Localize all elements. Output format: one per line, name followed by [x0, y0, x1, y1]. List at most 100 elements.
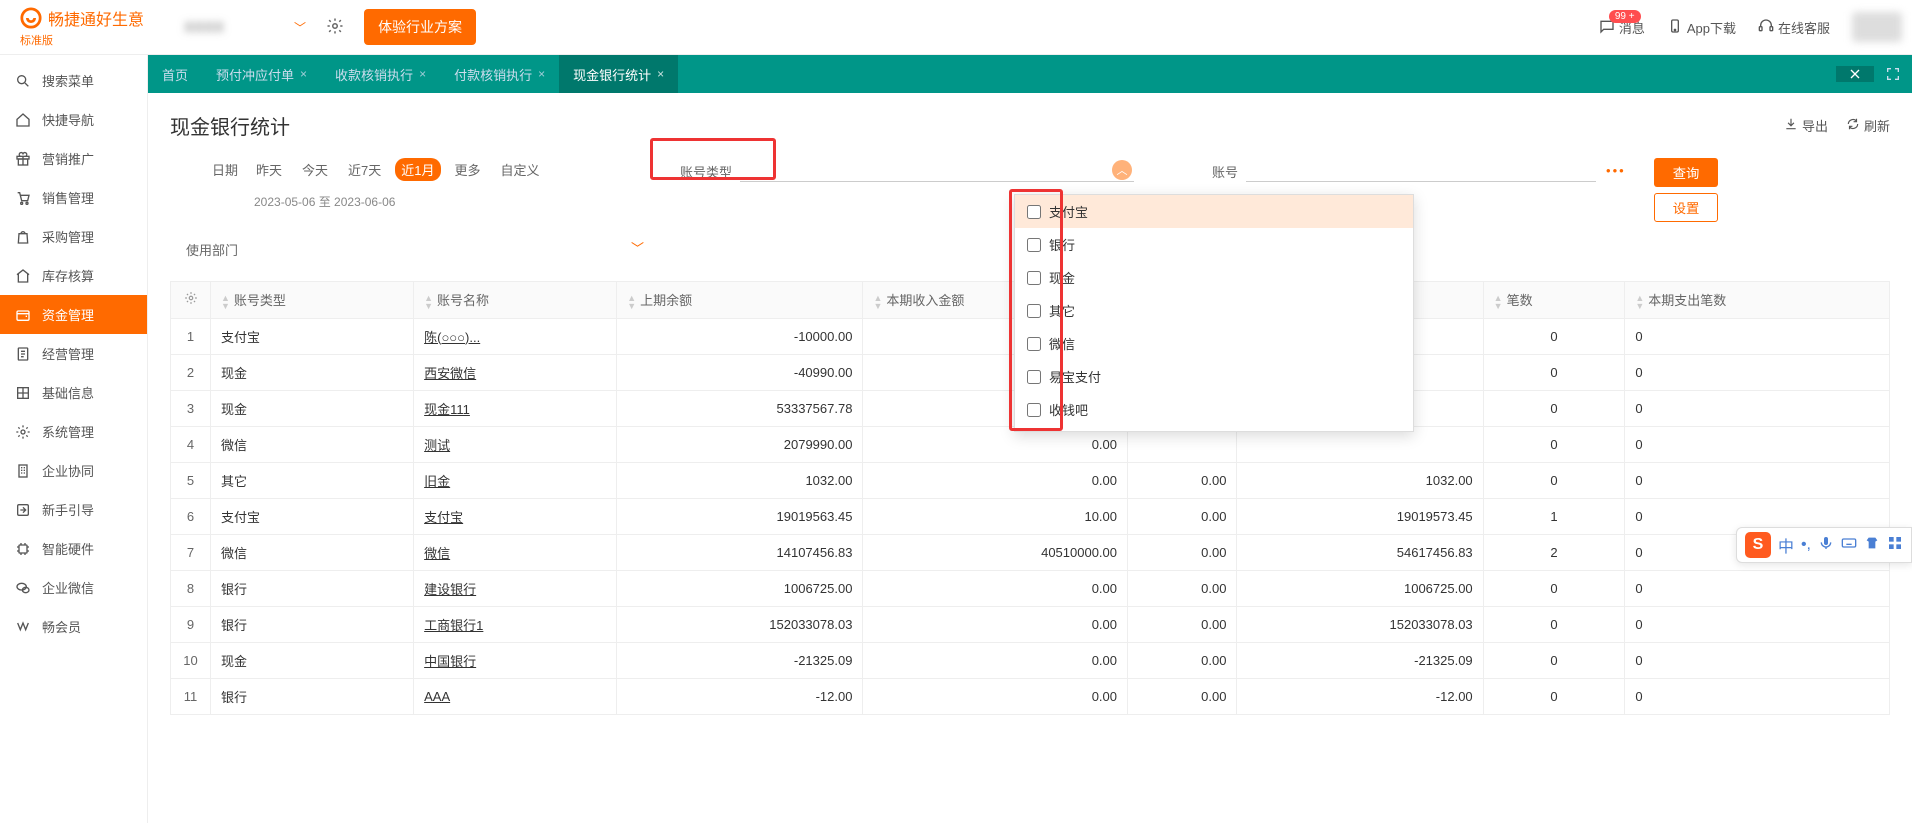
- sort-icon[interactable]: ▲▼: [1635, 294, 1644, 310]
- dropdown-option[interactable]: 收钱吧: [1015, 393, 1413, 426]
- cell-hidden1: 0.00: [1128, 534, 1237, 570]
- filter-settings-button[interactable]: 设置: [1654, 193, 1719, 222]
- date-chip[interactable]: 昨天: [250, 158, 288, 181]
- dropdown-option[interactable]: 微信: [1015, 327, 1413, 360]
- sidebar-item-doc[interactable]: 经营管理: [0, 334, 147, 373]
- sidebar-item-vip[interactable]: 畅会员: [0, 607, 147, 646]
- cell-account-name[interactable]: 建设银行: [414, 570, 617, 606]
- settings-icon[interactable]: [326, 17, 344, 38]
- messages-link[interactable]: 消息 99 +: [1599, 18, 1645, 37]
- ime-skin-icon[interactable]: [1864, 535, 1880, 556]
- online-cs-link[interactable]: 在线客服: [1758, 18, 1830, 37]
- sidebar-item-wallet[interactable]: 资金管理: [0, 295, 147, 334]
- sidebar-item-gear[interactable]: 系统管理: [0, 412, 147, 451]
- app-download-link[interactable]: App下载: [1667, 18, 1736, 37]
- sort-icon[interactable]: ▲▼: [873, 294, 882, 310]
- date-chip[interactable]: 自定义: [495, 158, 546, 181]
- refresh-button[interactable]: 刷新: [1846, 116, 1890, 135]
- ime-lang-label[interactable]: 中: [1778, 533, 1794, 557]
- tab[interactable]: 付款核销执行×: [440, 55, 559, 93]
- dropdown-option[interactable]: 其它: [1015, 294, 1413, 327]
- option-checkbox[interactable]: [1027, 403, 1041, 417]
- table-header-cell[interactable]: ▲▼上期余额: [617, 282, 863, 319]
- sidebar-item-guide[interactable]: 新手引导: [0, 490, 147, 529]
- close-icon[interactable]: ×: [538, 67, 545, 81]
- cell-account-name[interactable]: 陈(○○○)...: [414, 318, 617, 354]
- cell-account-name[interactable]: 旧金: [414, 462, 617, 498]
- tab[interactable]: 现金银行统计×: [559, 55, 678, 93]
- cell-account-name[interactable]: 西安微信: [414, 354, 617, 390]
- dropdown-option[interactable]: 现金: [1015, 261, 1413, 294]
- query-button[interactable]: 查询: [1654, 158, 1719, 187]
- option-label: 易宝支付: [1049, 367, 1101, 386]
- account-type-input[interactable]: [740, 158, 1134, 182]
- dropdown-option[interactable]: 支付宝: [1015, 195, 1413, 228]
- tab[interactable]: 首页: [148, 55, 202, 93]
- option-checkbox[interactable]: [1027, 271, 1041, 285]
- table-settings-icon[interactable]: [184, 293, 198, 308]
- table-header-cell[interactable]: ▲▼本期支出笔数: [1625, 282, 1890, 319]
- option-checkbox[interactable]: [1027, 337, 1041, 351]
- sidebar-item-chip[interactable]: 智能硬件: [0, 529, 147, 568]
- cell-income: 0.00: [863, 570, 1128, 606]
- close-icon[interactable]: ×: [419, 67, 426, 81]
- option-checkbox[interactable]: [1027, 205, 1041, 219]
- sidebar-item-wechat[interactable]: 企业微信: [0, 568, 147, 607]
- tab[interactable]: 预付冲应付单×: [202, 55, 321, 93]
- ime-mic-icon[interactable]: [1818, 535, 1834, 556]
- cell-account-name[interactable]: 现金111: [414, 390, 617, 426]
- sidebar-item-gift[interactable]: 营销推广: [0, 139, 147, 178]
- sidebar-item-grid[interactable]: 基础信息: [0, 373, 147, 412]
- date-chip[interactable]: 今天: [296, 158, 334, 181]
- avatar[interactable]: [1852, 12, 1902, 42]
- sidebar-item-search[interactable]: 搜索菜单: [0, 61, 147, 100]
- date-chip[interactable]: 近7天: [342, 158, 387, 181]
- more-filters-icon[interactable]: •••: [1606, 163, 1626, 178]
- table-header-cell[interactable]: ▲▼账号类型: [211, 282, 414, 319]
- sort-icon[interactable]: ▲▼: [627, 294, 636, 310]
- sidebar-item-home[interactable]: 快捷导航: [0, 100, 147, 139]
- promo-button[interactable]: 体验行业方案: [364, 9, 476, 45]
- dropdown-option[interactable]: 易宝支付: [1015, 360, 1413, 393]
- company-dropdown-icon[interactable]: ﹀: [294, 19, 306, 36]
- collapse-filter-icon[interactable]: ︿: [1112, 160, 1132, 180]
- sidebar-item-cart[interactable]: 销售管理: [0, 178, 147, 217]
- table-header-cell[interactable]: ▲▼账号名称: [414, 282, 617, 319]
- ime-toolbar[interactable]: S 中 •,: [1736, 527, 1912, 563]
- export-button[interactable]: 导出: [1784, 116, 1828, 135]
- company-name[interactable]: XXXX: [184, 19, 224, 36]
- department-select[interactable]: ﹀: [250, 238, 644, 258]
- sidebar-item-house[interactable]: 库存核算: [0, 256, 147, 295]
- close-icon[interactable]: ×: [300, 67, 307, 81]
- dropdown-option[interactable]: 长沙银行: [1015, 426, 1413, 431]
- ime-punct-icon[interactable]: •,: [1801, 536, 1811, 554]
- cell-account-name[interactable]: 支付宝: [414, 498, 617, 534]
- fullscreen-button[interactable]: [1874, 66, 1912, 82]
- sort-icon[interactable]: ▲▼: [424, 294, 433, 310]
- cell-account-name[interactable]: AAA: [414, 678, 617, 714]
- cell-account-name[interactable]: 中国银行: [414, 642, 617, 678]
- option-checkbox[interactable]: [1027, 304, 1041, 318]
- date-chip[interactable]: 近1月: [395, 158, 440, 181]
- sort-icon[interactable]: ▲▼: [221, 294, 230, 310]
- row-index: 11: [171, 678, 211, 714]
- tab[interactable]: 收款核销执行×: [321, 55, 440, 93]
- ime-logo-icon: S: [1745, 532, 1771, 558]
- option-checkbox[interactable]: [1027, 238, 1041, 252]
- cell-account-name[interactable]: 测试: [414, 426, 617, 462]
- table-header-cell[interactable]: [171, 282, 211, 319]
- sort-icon[interactable]: ▲▼: [1494, 294, 1503, 310]
- sidebar-item-bag[interactable]: 采购管理: [0, 217, 147, 256]
- option-checkbox[interactable]: [1027, 370, 1041, 384]
- close-all-tabs-button[interactable]: [1836, 66, 1874, 82]
- dropdown-option[interactable]: 银行: [1015, 228, 1413, 261]
- cell-account-name[interactable]: 微信: [414, 534, 617, 570]
- close-icon[interactable]: ×: [657, 67, 664, 81]
- cell-account-name[interactable]: 工商银行1: [414, 606, 617, 642]
- sidebar-item-building[interactable]: 企业协同: [0, 451, 147, 490]
- table-header-cell[interactable]: ▲▼笔数: [1483, 282, 1625, 319]
- ime-toolbox-icon[interactable]: [1887, 535, 1903, 556]
- account-number-input[interactable]: [1246, 158, 1596, 182]
- date-chip[interactable]: 更多: [449, 158, 487, 181]
- ime-keyboard-icon[interactable]: [1841, 535, 1857, 556]
